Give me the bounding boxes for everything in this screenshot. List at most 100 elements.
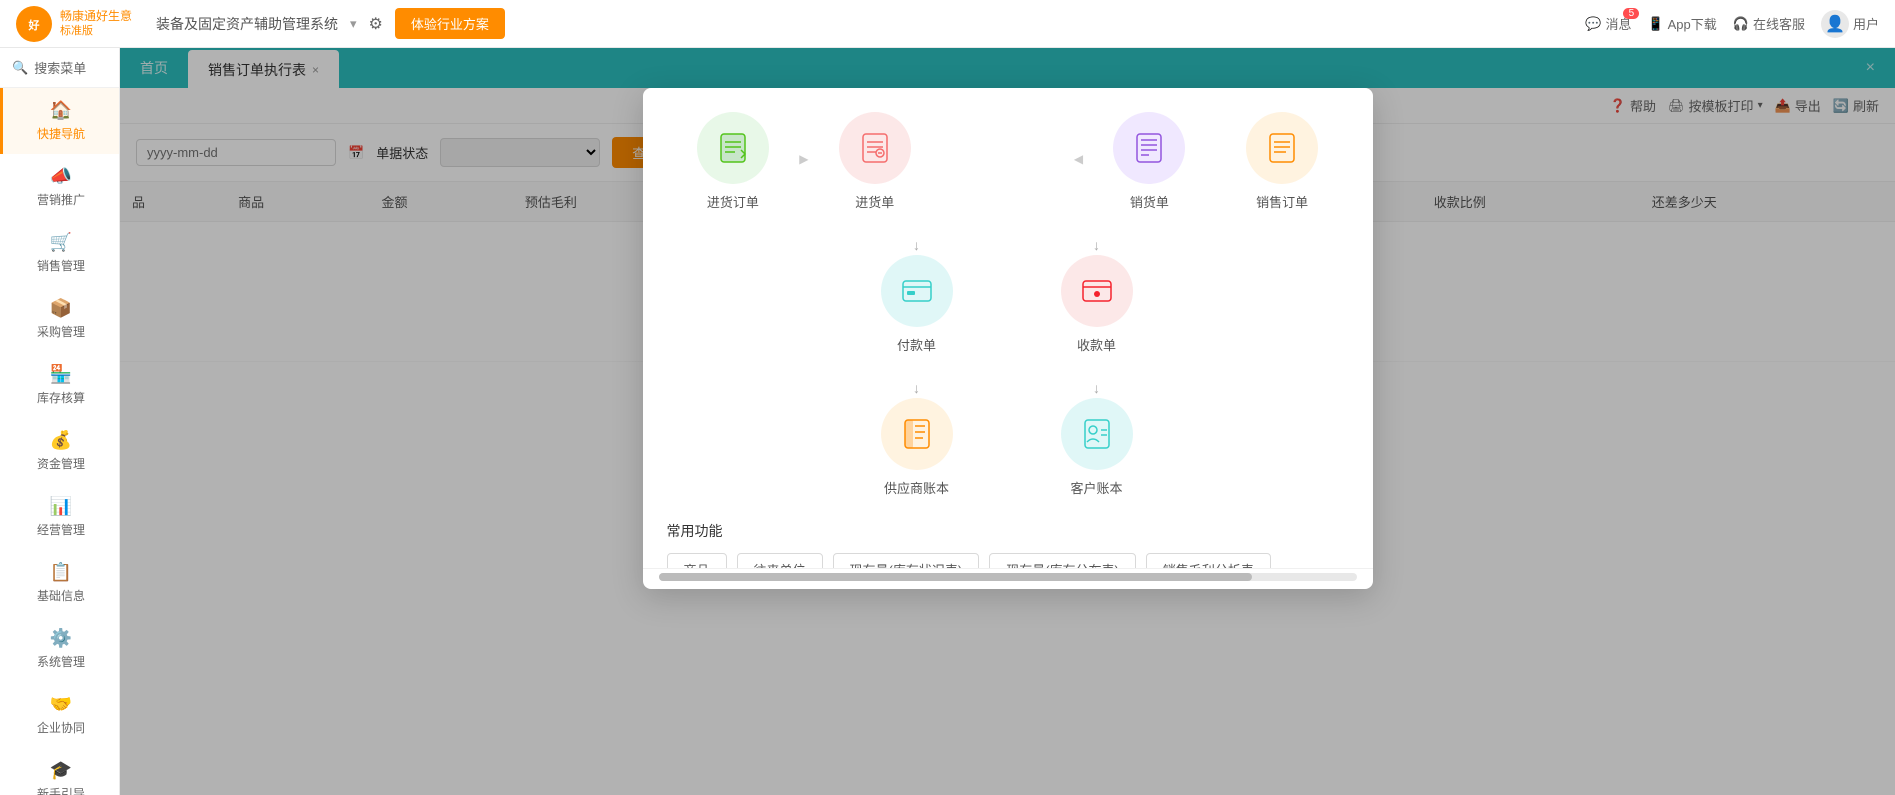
payment-slip-circle[interactable] [881,255,953,327]
flow-area: 进货订单 ▶ [667,112,1349,497]
app-download-label: App下载 [1668,14,1717,33]
sidebar-icon-sys-mgmt: ⚙️ [50,628,72,649]
modal: 进货订单 ▶ [643,88,1373,589]
svg-text:好: 好 [28,18,40,32]
sidebar-item-purchase-mgmt[interactable]: 📦采购管理 [0,286,119,352]
sidebar-label-enterprise: 企业协同 [37,719,85,736]
quick-btn-商品[interactable]: 商品 [667,553,727,568]
customer-ledger-circle[interactable] [1061,398,1133,470]
online-service-label: 在线客服 [1753,14,1805,33]
modal-overlay[interactable]: 进货订单 ▶ [120,48,1895,795]
sidebar-search[interactable]: 🔍 搜索菜单 [0,48,119,88]
flow-row-2-area: ↓ [667,235,1349,354]
sales-bill-label: 销货单 [1130,192,1169,211]
modal-scrollbar [643,568,1373,589]
down-arrow-supplier: ↓ [913,380,920,396]
service-icon: 🎧 [1733,16,1749,32]
sidebar-label-newbie: 新手引导 [37,785,85,795]
sidebar-label-basic-info: 基础信息 [37,587,85,604]
flow-row-1: 进货订单 ▶ [667,112,1349,211]
sidebar-item-sales-mgmt[interactable]: 🛒销售管理 [0,220,119,286]
search-label: 搜索菜单 [34,58,86,77]
message-icon: 💬 [1585,16,1601,32]
sidebar-icon-finance: 💰 [50,430,72,451]
scrollbar-track [659,573,1357,581]
logo-icon: 好 [16,6,52,42]
receipt-column: ↓ [1027,235,1167,354]
sys-title: 装备及固定资产辅助管理系统 [156,14,338,34]
sales-order-node: 销售订单 [1216,112,1349,211]
main-area: 🔍 搜索菜单 🏠快捷导航 📣 营销推广 🛒销售管理📦采购管理🏪库存核算 💰 资金管理 📊 经营… [0,48,1895,795]
sales-bill-node: 销货单 [1083,112,1216,211]
message-badge: 5 [1623,8,1639,19]
quick-title: 常用功能 [667,521,1349,541]
sidebar-label-sales-mgmt: 销售管理 [37,257,85,274]
logo-text: 畅康通好生意 标准版 [60,9,132,39]
receipt-slip-label: 收款单 [1077,335,1116,354]
top-bar: 好 畅康通好生意 标准版 装备及固定资产辅助管理系统 ▾ ⚙ 体验行业方案 💬 … [0,0,1895,48]
purchase-bill-label: 进货单 [855,192,894,211]
quick-btn-现存量(库存状况表)[interactable]: 现存量(库存状况表) [833,553,980,568]
sidebar-item-operations[interactable]: 📊 经营管理 [0,484,119,550]
sidebar-item-enterprise[interactable]: 🤝 企业协同 [0,682,119,748]
user-label: 用户 [1853,14,1879,33]
experience-btn[interactable]: 体验行业方案 [395,8,505,39]
payment-slip-label: 付款单 [897,335,936,354]
quick-buttons: 商品往来单位现存量(库存状况表)现存量(库存分布表)销售毛利分析表商品毛利分析销… [667,553,1349,568]
sidebar-item-inventory[interactable]: 🏪库存核算 [0,352,119,418]
purchase-bill-circle[interactable] [839,112,911,184]
message-btn[interactable]: 💬 消息 5 [1585,14,1631,33]
sidebar-label-marketing: 营销推广 [37,191,85,208]
sidebar-label-purchase-mgmt: 采购管理 [37,323,85,340]
supplier-column: ↓ [847,378,987,497]
top-actions: 💬 消息 5 📱 App下载 🎧 在线客服 👤 用户 [1585,10,1879,38]
receipt-slip-circle[interactable] [1061,255,1133,327]
quick-section: 常用功能 商品往来单位现存量(库存状况表)现存量(库存分布表)销售毛利分析表商品… [667,521,1349,568]
sidebar-item-basic-info[interactable]: 📋 基础信息 [0,550,119,616]
online-service-btn[interactable]: 🎧 在线客服 [1733,14,1805,33]
sidebar-item-finance[interactable]: 💰 资金管理 [0,418,119,484]
sidebar-label-operations: 经营管理 [37,521,85,538]
quick-btn-销售毛利分析表[interactable]: 销售毛利分析表 [1146,553,1271,568]
customer-column: ↓ [1027,378,1167,497]
sidebar-icon-marketing: 📣 [50,166,72,187]
modal-body: 进货订单 ▶ [643,88,1373,568]
settings-icon[interactable]: ⚙ [369,14,383,34]
scrollbar-thumb[interactable] [659,573,1252,581]
purchase-order-node: 进货订单 [667,112,800,211]
sidebar-item-marketing[interactable]: 📣 营销推广 [0,154,119,220]
receipt-slip-node: 收款单 [1027,255,1167,354]
app-download-btn[interactable]: 📱 App下载 [1647,14,1716,33]
user-btn[interactable]: 👤 用户 [1821,10,1879,38]
sidebar-icon-operations: 📊 [50,496,72,517]
sidebar-item-newbie[interactable]: 🎓 新手引导 [0,748,119,795]
purchase-order-label: 进货订单 [707,192,759,211]
sidebar-icon-basic-info: 📋 [50,562,72,583]
purchase-bill-node: 进货单 [808,112,941,211]
sidebar-label-finance: 资金管理 [37,455,85,472]
payment-column: ↓ [847,235,987,354]
down-arrow-customer: ↓ [1093,380,1100,396]
app-container: 好 畅康通好生意 标准版 装备及固定资产辅助管理系统 ▾ ⚙ 体验行业方案 💬 … [0,0,1895,795]
sidebar-item-sys-mgmt[interactable]: ⚙️ 系统管理 [0,616,119,682]
sidebar-icon-newbie: 🎓 [50,760,72,781]
sales-bill-circle[interactable] [1113,112,1185,184]
quick-btn-现存量(库存分布表)[interactable]: 现存量(库存分布表) [989,553,1136,568]
supplier-ledger-circle[interactable] [881,398,953,470]
download-icon: 📱 [1647,16,1663,32]
sidebar-item-quick-nav[interactable]: 🏠快捷导航 [0,88,119,154]
sidebar-icon-quick-nav: 🏠 [50,100,72,121]
avatar: 👤 [1821,10,1849,38]
sidebar-icon-inventory: 🏪 [50,364,72,385]
quick-btn-往来单位[interactable]: 往来单位 [737,553,823,568]
arrow-sales-order-to-bill: ◀ [1074,148,1083,176]
sales-order-circle[interactable] [1246,112,1318,184]
purchase-order-circle[interactable] [697,112,769,184]
sidebar-icon-enterprise: 🤝 [50,694,72,715]
supplier-ledger-node: 供应商账本 [847,398,987,497]
sidebar-label-sys-mgmt: 系统管理 [37,653,85,670]
search-icon: 🔍 [12,60,28,76]
down-arrow-receipt: ↓ [1093,237,1100,253]
customer-ledger-label: 客户账本 [1070,478,1122,497]
dropdown-arrow-icon[interactable]: ▾ [350,16,357,32]
